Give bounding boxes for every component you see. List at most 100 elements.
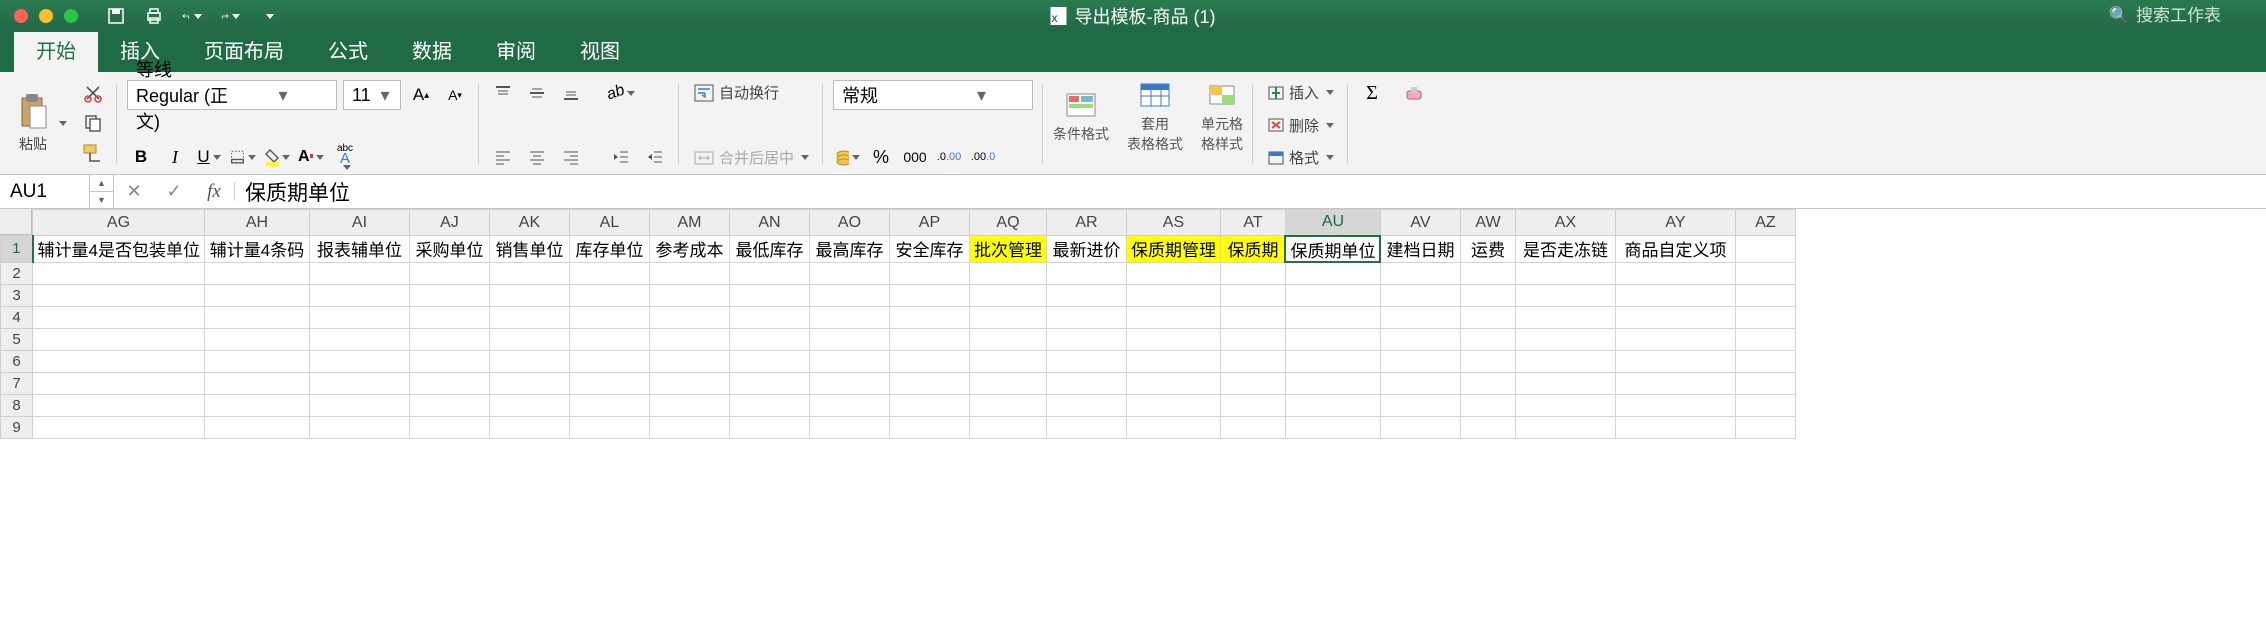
- row-header-2[interactable]: 2: [1, 262, 33, 284]
- cell-AH1[interactable]: 辅计量4条码: [204, 236, 309, 263]
- row-header-9[interactable]: 9: [1, 416, 33, 438]
- cell-AS7[interactable]: [1126, 372, 1220, 394]
- cell-AW1[interactable]: 运费: [1460, 236, 1515, 263]
- comma-button[interactable]: 000: [901, 144, 929, 170]
- cell-AN4[interactable]: [729, 306, 809, 328]
- cell-AS1[interactable]: 保质期管理: [1126, 236, 1220, 263]
- cell-AI4[interactable]: [309, 306, 409, 328]
- cell-AH2[interactable]: [204, 262, 309, 284]
- cell-AG8[interactable]: [33, 394, 205, 416]
- cell-AV3[interactable]: [1380, 284, 1460, 306]
- cell-AY1[interactable]: 商品自定义项: [1615, 236, 1735, 263]
- row-header-4[interactable]: 4: [1, 306, 33, 328]
- cell-AG2[interactable]: [33, 262, 205, 284]
- cell-AV4[interactable]: [1380, 306, 1460, 328]
- align-right-button[interactable]: [557, 144, 585, 170]
- cell-AS5[interactable]: [1126, 328, 1220, 350]
- cell-AO1[interactable]: 最高库存: [809, 236, 889, 263]
- cell-AN3[interactable]: [729, 284, 809, 306]
- col-header-AH[interactable]: AH: [204, 210, 309, 236]
- cell-AO7[interactable]: [809, 372, 889, 394]
- col-header-AJ[interactable]: AJ: [409, 210, 489, 236]
- increase-font-button[interactable]: A▴: [407, 82, 435, 108]
- cell-AM4[interactable]: [649, 306, 729, 328]
- cell-AY5[interactable]: [1615, 328, 1735, 350]
- save-icon[interactable]: [106, 6, 126, 26]
- cell-AJ2[interactable]: [409, 262, 489, 284]
- row-header-7[interactable]: 7: [1, 372, 33, 394]
- bold-button[interactable]: B: [127, 144, 155, 170]
- cell-AM2[interactable]: [649, 262, 729, 284]
- fill-color-button[interactable]: [263, 144, 291, 170]
- cell-AT8[interactable]: [1220, 394, 1285, 416]
- align-left-button[interactable]: [489, 144, 517, 170]
- cell-AQ9[interactable]: [969, 416, 1046, 438]
- cell-AG4[interactable]: [33, 306, 205, 328]
- cell-AK7[interactable]: [489, 372, 569, 394]
- col-header-AV[interactable]: AV: [1380, 210, 1460, 236]
- cell-AI9[interactable]: [309, 416, 409, 438]
- decrease-decimal-button[interactable]: .00.0: [969, 144, 997, 170]
- cell-AI7[interactable]: [309, 372, 409, 394]
- cell-AR8[interactable]: [1046, 394, 1126, 416]
- name-box-stepper[interactable]: ▲▼: [90, 175, 114, 208]
- decrease-font-button[interactable]: A▾: [441, 82, 469, 108]
- cell-AY4[interactable]: [1615, 306, 1735, 328]
- cell-AR4[interactable]: [1046, 306, 1126, 328]
- cell-AW4[interactable]: [1460, 306, 1515, 328]
- cell-AG9[interactable]: [33, 416, 205, 438]
- cell-AQ8[interactable]: [969, 394, 1046, 416]
- conditional-format-button[interactable]: 条件格式: [1053, 90, 1109, 144]
- orientation-button[interactable]: ab: [607, 80, 635, 106]
- row-header-1[interactable]: 1: [1, 236, 33, 263]
- cell-AG1[interactable]: 辅计量4是否包装单位: [33, 236, 205, 263]
- wrap-text-button[interactable]: 自动换行: [689, 80, 813, 105]
- cell-AM9[interactable]: [649, 416, 729, 438]
- cell-AR3[interactable]: [1046, 284, 1126, 306]
- align-center-button[interactable]: [523, 144, 551, 170]
- print-icon[interactable]: [144, 6, 164, 26]
- cell-AX9[interactable]: [1515, 416, 1615, 438]
- row-header-3[interactable]: 3: [1, 284, 33, 306]
- cell-AO4[interactable]: [809, 306, 889, 328]
- cell-AT7[interactable]: [1220, 372, 1285, 394]
- cell-AH7[interactable]: [204, 372, 309, 394]
- qat-customize-icon[interactable]: [258, 6, 278, 26]
- col-header-AM[interactable]: AM: [649, 210, 729, 236]
- cell-AI3[interactable]: [309, 284, 409, 306]
- merge-center-button[interactable]: 合并后居中: [689, 145, 813, 170]
- maximize-window-button[interactable]: [64, 9, 78, 23]
- cell-AI2[interactable]: [309, 262, 409, 284]
- close-window-button[interactable]: [14, 9, 28, 23]
- cell-AW3[interactable]: [1460, 284, 1515, 306]
- col-header-AN[interactable]: AN: [729, 210, 809, 236]
- cell-AO8[interactable]: [809, 394, 889, 416]
- cell-AO2[interactable]: [809, 262, 889, 284]
- cut-button[interactable]: [79, 80, 107, 106]
- cell-AH3[interactable]: [204, 284, 309, 306]
- cell-AX4[interactable]: [1515, 306, 1615, 328]
- redo-button[interactable]: [220, 6, 240, 26]
- cell-AQ1[interactable]: 批次管理: [969, 236, 1046, 263]
- cell-AP1[interactable]: 安全库存: [889, 236, 969, 263]
- cell-AK2[interactable]: [489, 262, 569, 284]
- cell-AY6[interactable]: [1615, 350, 1735, 372]
- cell-AL2[interactable]: [569, 262, 649, 284]
- enter-formula-button[interactable]: ✓: [154, 175, 194, 208]
- cell-AK8[interactable]: [489, 394, 569, 416]
- cell-AU4[interactable]: [1285, 306, 1380, 328]
- cell-AG5[interactable]: [33, 328, 205, 350]
- cell-AN7[interactable]: [729, 372, 809, 394]
- paste-button[interactable]: 粘贴: [16, 92, 50, 154]
- cell-AZ7[interactable]: [1735, 372, 1795, 394]
- cell-AG3[interactable]: [33, 284, 205, 306]
- cell-AN6[interactable]: [729, 350, 809, 372]
- underline-button[interactable]: U: [195, 144, 223, 170]
- cell-AU5[interactable]: [1285, 328, 1380, 350]
- cell-AX6[interactable]: [1515, 350, 1615, 372]
- cell-AX2[interactable]: [1515, 262, 1615, 284]
- cell-AZ2[interactable]: [1735, 262, 1795, 284]
- cell-AR2[interactable]: [1046, 262, 1126, 284]
- cancel-formula-button[interactable]: ✕: [114, 175, 154, 208]
- cell-AZ1[interactable]: [1735, 236, 1795, 263]
